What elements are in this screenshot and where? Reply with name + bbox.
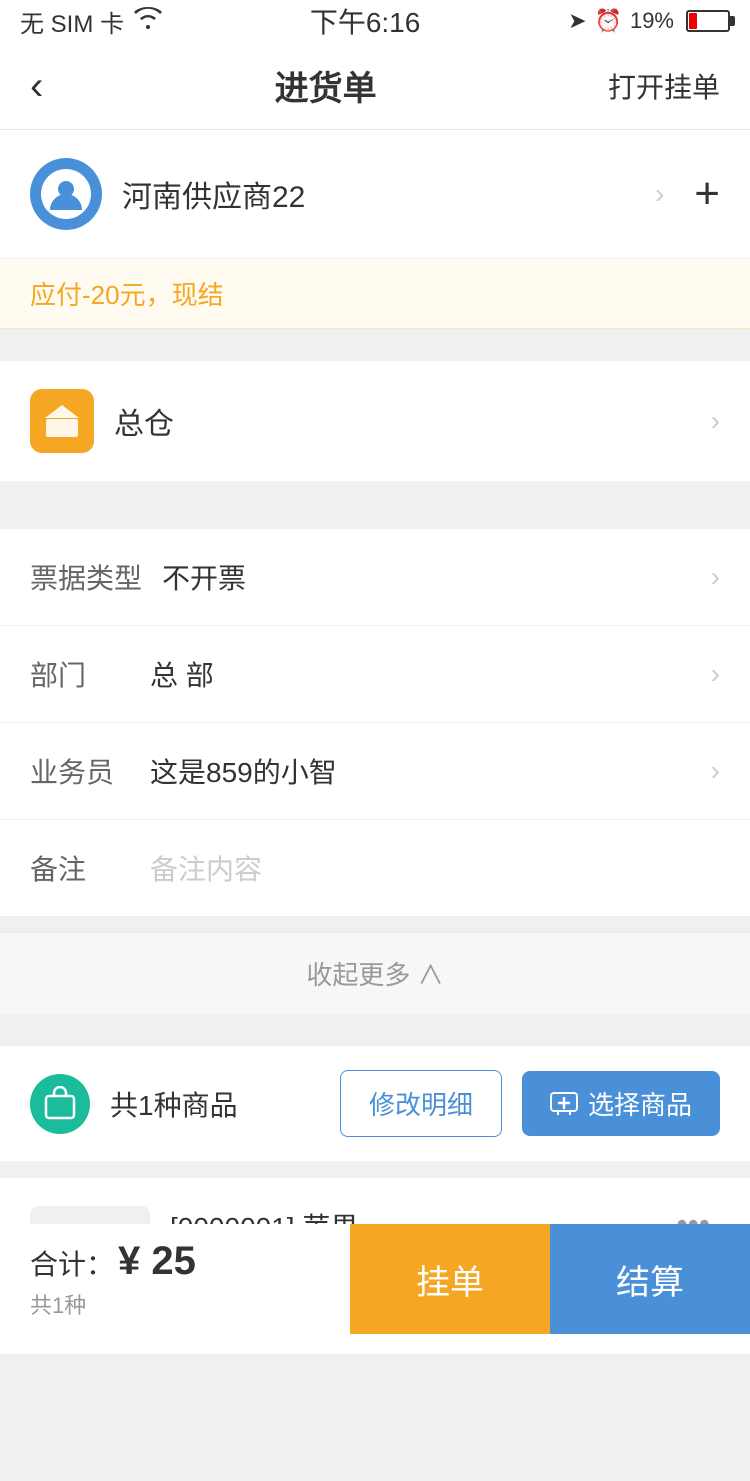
invoice-value: 不开票: [142, 557, 711, 597]
department-label: 部门: [30, 654, 130, 694]
select-product-label: 选择商品: [588, 1085, 692, 1122]
battery-icon: [686, 10, 730, 32]
status-right: ➤ ⏰ 19%: [568, 8, 730, 34]
status-time: 下午6:16: [310, 1, 421, 41]
status-left: 无 SIM 卡: [20, 4, 162, 39]
supplier-avatar-inner: [41, 169, 91, 219]
back-button[interactable]: ‹: [30, 66, 43, 106]
salesperson-value: 这是859的小智: [130, 751, 711, 791]
collapse-bar[interactable]: 收起更多 ∧: [0, 932, 750, 1014]
status-bar: 无 SIM 卡 下午6:16 ➤ ⏰ 19%: [0, 0, 750, 42]
invoice-label: 票据类型: [30, 557, 142, 597]
hang-button[interactable]: 挂单: [350, 1224, 550, 1334]
salesperson-chevron-icon: ›: [711, 755, 720, 787]
supplier-name: 河南供应商22: [122, 172, 655, 216]
salesperson-row[interactable]: 业务员 这是859的小智 ›: [0, 723, 750, 820]
warehouse-icon: [30, 389, 94, 453]
edit-details-button[interactable]: 修改明细: [340, 1070, 502, 1137]
wifi-icon: [134, 7, 162, 36]
supplier-row[interactable]: 河南供应商22 › +: [0, 130, 750, 259]
supplier-chevron-icon: ›: [655, 178, 664, 210]
open-hang-button[interactable]: 打开挂单: [608, 66, 720, 106]
page-title: 进货单: [275, 61, 377, 110]
supplier-avatar: [30, 158, 102, 230]
total-sub: 共1种: [30, 1288, 320, 1320]
department-chevron-icon: ›: [711, 658, 720, 690]
total-label: 合计：: [30, 1243, 114, 1283]
footer: 合计： ¥ 25 共1种 挂单 结算: [0, 1224, 750, 1334]
collapse-label: 收起更多 ∧: [306, 960, 443, 990]
nav-bar: ‹ 进货单 打开挂单: [0, 42, 750, 130]
products-header: 共1种商品 修改明细 选择商品: [0, 1046, 750, 1162]
form-section: 票据类型 不开票 › 部门 总 部 › 业务员 这是859的小智 › 备注 备注…: [0, 529, 750, 916]
remark-input[interactable]: 备注内容: [130, 848, 720, 888]
remark-row[interactable]: 备注 备注内容: [0, 820, 750, 916]
department-value: 总 部: [130, 654, 711, 694]
department-row[interactable]: 部门 总 部 ›: [0, 626, 750, 723]
footer-total: 合计： ¥ 25 共1种: [0, 1239, 350, 1320]
carrier-text: 无 SIM 卡: [20, 4, 124, 39]
location-icon: ➤: [568, 8, 586, 34]
warehouse-row[interactable]: 总仓 ›: [0, 361, 750, 481]
remark-label: 备注: [30, 848, 130, 888]
invoice-chevron-icon: ›: [711, 561, 720, 593]
salesperson-label: 业务员: [30, 751, 130, 791]
battery-percent: 19%: [630, 8, 674, 34]
products-count: 共1种商品: [110, 1084, 320, 1124]
warehouse-section: 总仓 ›: [0, 361, 750, 481]
warehouse-name: 总仓: [114, 399, 711, 443]
supplier-section: 河南供应商22 › + 应付-20元，现结: [0, 130, 750, 329]
total-amount: ¥ 25: [118, 1239, 196, 1284]
notice-bar: 应付-20元，现结: [0, 259, 750, 329]
warehouse-chevron-icon: ›: [711, 405, 720, 437]
invoice-row[interactable]: 票据类型 不开票 ›: [0, 529, 750, 626]
pay-button[interactable]: 结算: [550, 1224, 750, 1334]
select-product-button[interactable]: 选择商品: [522, 1071, 720, 1136]
alarm-icon: ⏰: [595, 8, 622, 34]
products-icon: [30, 1074, 90, 1134]
notice-text: 应付-20元，现结: [30, 280, 224, 310]
add-supplier-button[interactable]: +: [694, 172, 720, 216]
